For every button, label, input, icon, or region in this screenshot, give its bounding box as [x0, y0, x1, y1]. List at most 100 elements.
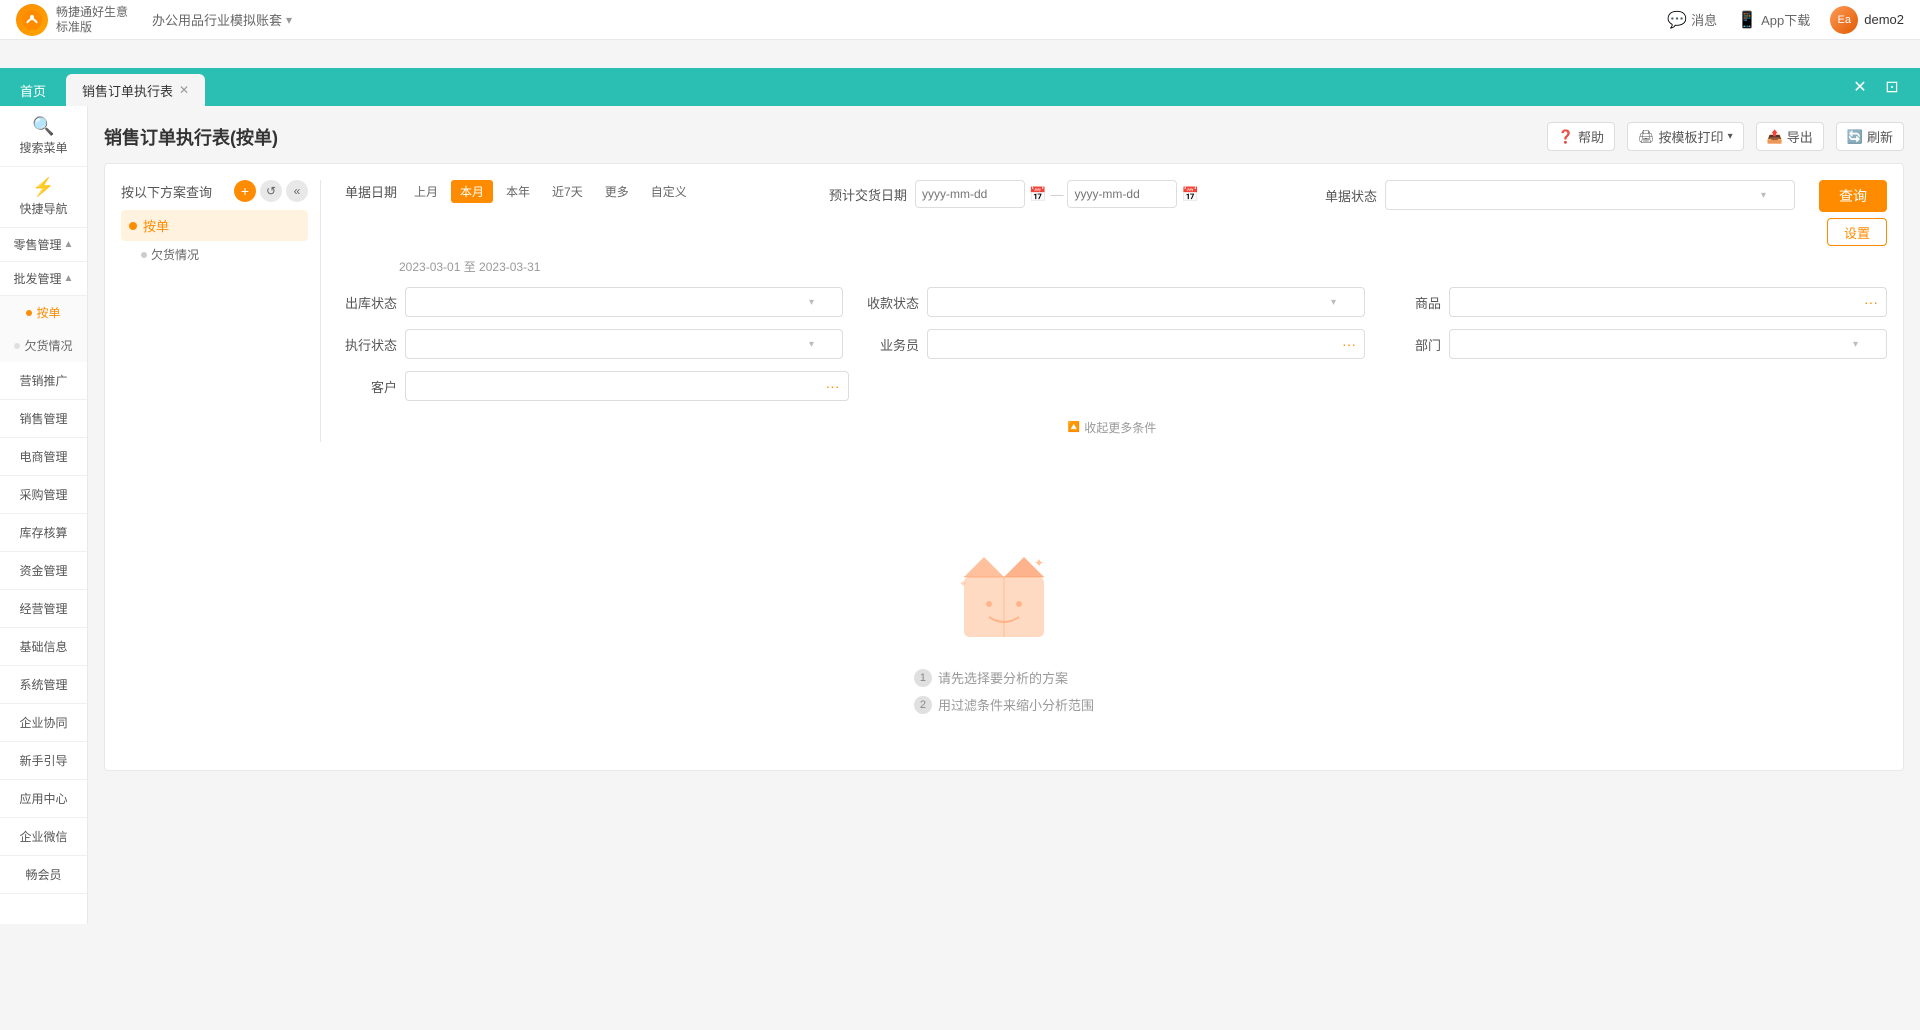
collapse-icon: 🔼 [1068, 422, 1080, 433]
export-icon: 📤 [1767, 129, 1783, 145]
receipt-status-select[interactable]: ▾ [927, 287, 1365, 317]
single-date-label: 单据日期 [337, 182, 397, 201]
sidebar-item-enterprise[interactable]: 企业协同 [0, 704, 87, 742]
sidebar-sub-item-press-order[interactable]: 按单 [0, 296, 87, 329]
sidebar-item-apps[interactable]: 应用中心 [0, 780, 87, 818]
sidebar-item-quick-nav[interactable]: ⚡ 快捷导航 [0, 167, 87, 228]
scheme-sub-icon [141, 252, 147, 258]
help-button[interactable]: ❓ 帮助 [1547, 122, 1615, 151]
dept-select[interactable]: ▾ [1449, 329, 1887, 359]
sidebar-item-sales[interactable]: 销售管理 [0, 400, 87, 438]
tab-home[interactable]: 首页 [0, 74, 66, 106]
delivery-date-range: 📅 — 📅 [915, 180, 1199, 208]
export-button[interactable]: 📤 导出 [1756, 122, 1824, 151]
filter-row-2: 出库状态 ▾ 收款状态 ▾ [337, 287, 1887, 317]
single-status-label: 单据状态 [1317, 186, 1377, 205]
main-content: 销售订单执行表(按单) ❓ 帮助 🖨 按模板打印 ▾ 📤 导出 🔄 刷新 [88, 106, 1920, 924]
goods-input[interactable]: ··· [1449, 287, 1887, 317]
sidebar-item-wholesale[interactable]: 批发管理 ▲ [0, 262, 87, 296]
sidebar-item-finance[interactable]: 资金管理 [0, 552, 87, 590]
goods-label: 商品 [1381, 293, 1441, 312]
single-status-field: 单据状态 ▾ [1317, 180, 1795, 210]
collapse-more-button[interactable]: 🔼 收起更多条件 [337, 413, 1887, 442]
date-tab-last-month[interactable]: 上月 [405, 180, 447, 203]
breadcrumb-text: 办公用品行业模拟账套 [152, 10, 282, 29]
date-tab-this-year[interactable]: 本年 [497, 180, 539, 203]
out-status-select-wrap: ▾ [405, 287, 843, 317]
customer-input[interactable]: ··· [405, 371, 849, 401]
delivery-date-end[interactable] [1067, 180, 1177, 208]
goods-dots-icon[interactable]: ··· [1864, 294, 1878, 310]
scheme-active-icon [129, 222, 137, 230]
sidebar-item-vip[interactable]: 畅会员 [0, 856, 87, 894]
refresh-button[interactable]: 🔄 刷新 [1836, 122, 1904, 151]
filter-right-actions: 查询 设置 [1807, 180, 1887, 246]
filter-left-title: 按以下方案查询 [121, 182, 212, 201]
sidebar-item-guide[interactable]: 新手引导 [0, 742, 87, 780]
single-status-select-wrap: ▾ [1385, 180, 1795, 210]
date-tab-this-month[interactable]: 本月 [451, 180, 493, 203]
sidebar-sub-item-arrears[interactable]: 欠货情况 [0, 329, 87, 362]
settings-button[interactable]: 设置 [1827, 218, 1887, 246]
out-status-select[interactable]: ▾ [405, 287, 843, 317]
sidebar-item-basics[interactable]: 基础信息 [0, 628, 87, 666]
date-separator: — [1050, 187, 1063, 202]
filter-left-actions: + ↺ « [234, 180, 308, 202]
app-download-button[interactable]: 📱 App下载 [1737, 10, 1810, 30]
scheme-sub-item-arrears[interactable]: 欠货情况 [121, 241, 308, 268]
date-tab-custom[interactable]: 自定义 [642, 180, 696, 203]
arrears-dot [14, 343, 20, 349]
delivery-date-start[interactable] [915, 180, 1025, 208]
query-button[interactable]: 查询 [1819, 180, 1887, 212]
breadcrumb-arrow[interactable]: ▾ [286, 13, 292, 27]
sidebar-item-ecommerce[interactable]: 电商管理 [0, 438, 87, 476]
salesperson-input[interactable]: ··· [927, 329, 1365, 359]
sidebar-item-marketing[interactable]: 营销推广 [0, 362, 87, 400]
refresh-scheme-button[interactable]: ↺ [260, 180, 282, 202]
sidebar: 🔍 搜索菜单 ⚡ 快捷导航 零售管理 ▲ 批发管理 ▲ 按单 欠货情况 营销推广… [0, 106, 88, 924]
tab-maximize-button[interactable]: ⊡ [1880, 75, 1904, 99]
dept-field: 部门 ▾ [1381, 329, 1887, 359]
delivery-date-start-icon[interactable]: 📅 [1029, 186, 1046, 203]
single-status-select[interactable]: ▾ [1385, 180, 1795, 210]
message-button[interactable]: 💬 消息 [1667, 10, 1717, 30]
header-right: 💬 消息 📱 App下载 Ea demo2 [1667, 6, 1904, 34]
home-tab-label: 首页 [20, 81, 46, 100]
sidebar-item-procurement[interactable]: 采购管理 [0, 476, 87, 514]
date-tab-last7[interactable]: 近7天 [543, 180, 592, 203]
collapse-scheme-button[interactable]: « [286, 180, 308, 202]
print-arrow-icon: ▾ [1728, 131, 1733, 142]
sidebar-item-wechat[interactable]: 企业微信 [0, 818, 87, 856]
scheme-item-press-order[interactable]: 按单 [121, 210, 308, 241]
customer-dots-icon[interactable]: ··· [826, 378, 840, 394]
content-card: 按以下方案查询 + ↺ « 按单 欠货情况 [104, 163, 1904, 771]
sidebar-item-operations[interactable]: 经营管理 [0, 590, 87, 628]
sidebar-item-retail[interactable]: 零售管理 ▲ [0, 228, 87, 262]
filter-left-header: 按以下方案查询 + ↺ « [121, 180, 308, 202]
exec-status-select[interactable]: ▾ [405, 329, 843, 359]
add-scheme-button[interactable]: + [234, 180, 256, 202]
sales-order-tab-label: 销售订单执行表 [82, 81, 173, 100]
quick-nav-icon: ⚡ [0, 177, 87, 198]
press-order-dot [26, 310, 32, 316]
tab-sales-order[interactable]: 销售订单执行表 ✕ [66, 74, 205, 106]
message-icon: 💬 [1667, 10, 1687, 30]
date-tabs: 上月 本月 本年 近7天 更多 自定义 [405, 180, 696, 203]
refresh-icon: 🔄 [1847, 129, 1863, 145]
expected-delivery-field: 预计交货日期 📅 — 📅 [827, 180, 1305, 208]
sidebar-sub-wholesale: 按单 欠货情况 [0, 296, 87, 362]
user-profile[interactable]: Ea demo2 [1830, 6, 1904, 34]
date-tab-more[interactable]: 更多 [596, 180, 638, 203]
tab-close-icon[interactable]: ✕ [179, 83, 189, 97]
sidebar-item-system[interactable]: 系统管理 [0, 666, 87, 704]
logo-text: 畅捷通好生意 标准版 [56, 5, 128, 34]
logo-area: 畅捷通好生意 标准版 [16, 4, 128, 36]
delivery-date-end-icon[interactable]: 📅 [1181, 186, 1198, 203]
sidebar-item-inventory[interactable]: 库存核算 [0, 514, 87, 552]
customer-field: 客户 ··· [337, 371, 849, 401]
page-actions: ❓ 帮助 🖨 按模板打印 ▾ 📤 导出 🔄 刷新 [1547, 122, 1904, 151]
template-print-button[interactable]: 🖨 按模板打印 ▾ [1627, 122, 1744, 151]
salesperson-dots-icon[interactable]: ··· [1342, 336, 1356, 352]
sidebar-item-search[interactable]: 🔍 搜索菜单 [0, 106, 87, 167]
tab-close-window-button[interactable]: ✕ [1848, 75, 1872, 99]
